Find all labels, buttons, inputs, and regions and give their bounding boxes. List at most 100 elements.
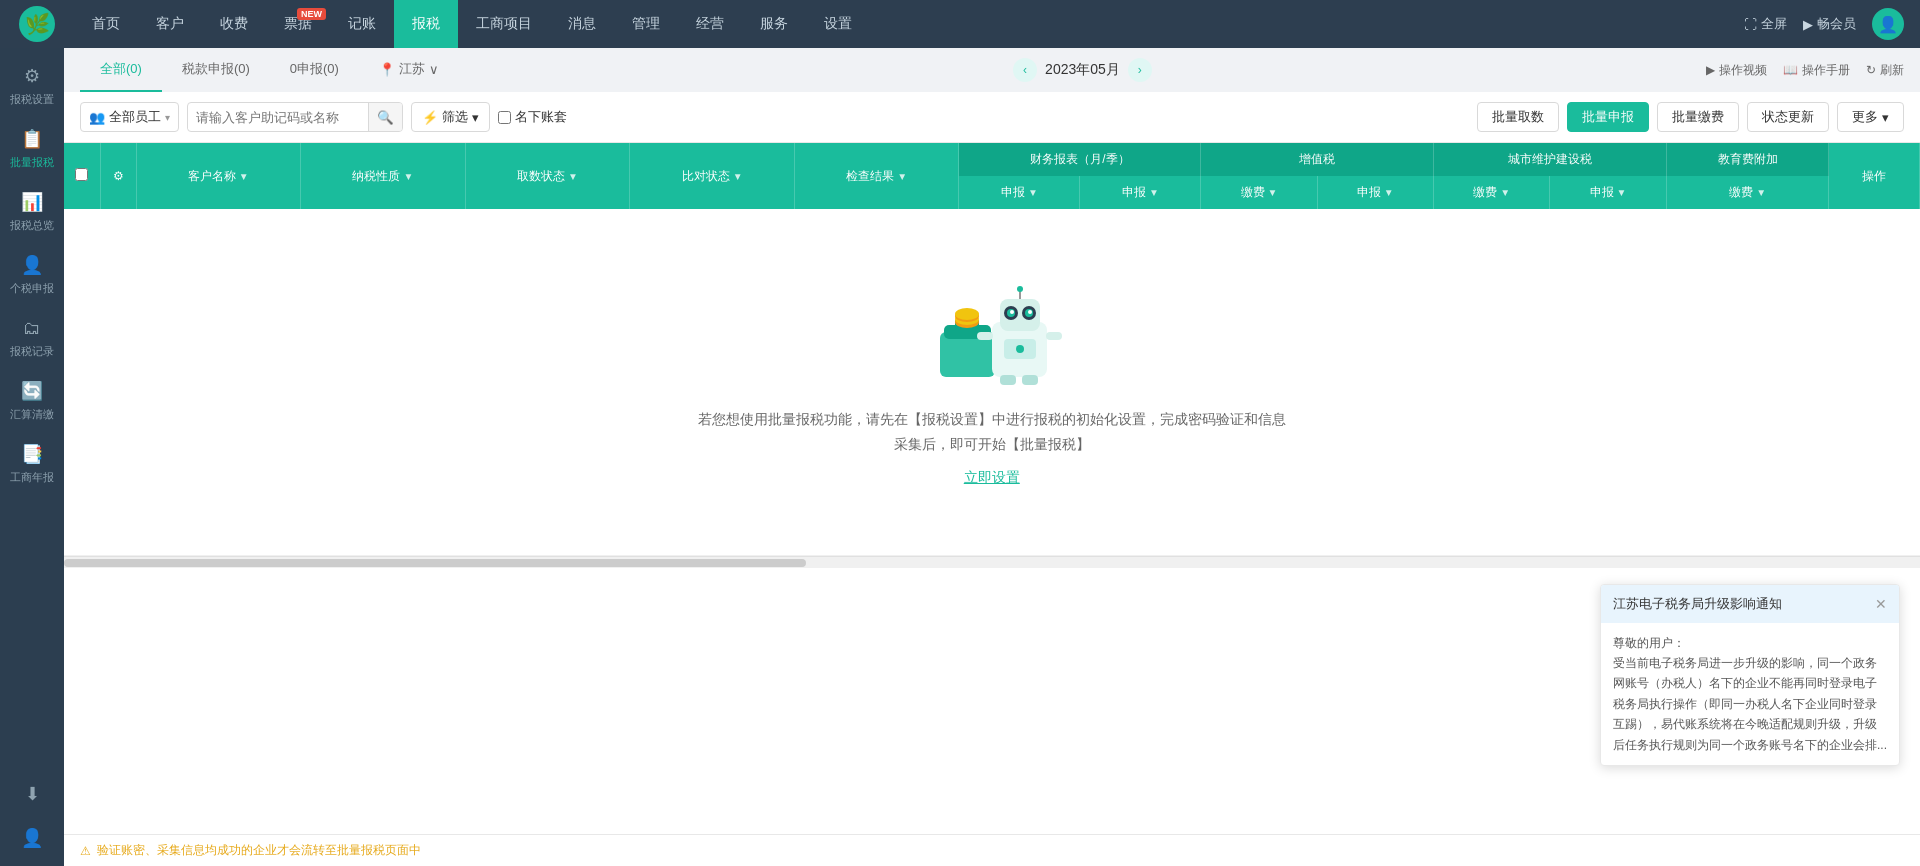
chevron-down-icon: ▾ [165,112,170,123]
tab-jiangsu[interactable]: 📍 江苏 ∨ [359,52,459,88]
nav-service[interactable]: 服务 [742,0,806,48]
user-icon: 👤 [20,826,44,850]
toolbar-right: 批量取数 批量申报 批量缴费 状态更新 更多 ▾ [1477,102,1904,132]
refresh-icon: ↻ [1866,63,1876,77]
filter-icon: ▼ [1268,187,1278,198]
nav-business[interactable]: 工商项目 [458,0,550,48]
horizontal-scrollbar[interactable] [64,556,1920,568]
video-icon: ▶ [1706,63,1715,77]
filter-icon: ▼ [1384,187,1394,198]
account-checkbox[interactable] [498,111,511,124]
new-badge: NEW [297,8,326,20]
sidebar-item-personal-tax[interactable]: 👤 个税申报 [2,245,62,304]
notification-close-btn[interactable]: ✕ [1875,596,1887,612]
th-education-fee: 教育费附加 [1666,143,1829,176]
empty-text: 若您想使用批量报税功能，请先在【报税设置】中进行报税的初始化设置，完成密码验证和… [692,407,1292,457]
svg-rect-20 [1000,375,1016,385]
logo[interactable]: 🌿 [16,3,58,45]
notification-header: 江苏电子税务局升级影响通知 ✕ [1601,585,1899,623]
th-tax-type[interactable]: 纳税性质 ▼ [301,143,466,209]
nav-message[interactable]: 消息 [550,0,614,48]
nav-menu: 首页 客户 收费 票据 NEW 记账 报税 工商项目 消息 管理 经营 服务 设… [74,0,1744,48]
th-city-pay[interactable]: 缴费 ▼ [1434,176,1550,209]
th-edu-declare[interactable]: 申报 ▼ [1550,176,1666,209]
employee-select[interactable]: 👥 全部员工 ▾ [80,102,179,132]
empty-state-row: 若您想使用批量报税功能，请先在【报税设置】中进行报税的初始化设置，完成密码验证和… [64,209,1920,556]
fullscreen-icon: ⛶ [1744,17,1757,32]
svg-point-7 [955,308,979,320]
filter-button[interactable]: ⚡ 筛选 ▾ [411,102,490,132]
sidebar-item-tax-settings[interactable]: ⚙ 报税设置 [2,56,62,115]
sidebar-item-tax-records[interactable]: 🗂 报税记录 [2,308,62,367]
filter-icon: ▼ [1756,187,1766,198]
status-update-btn[interactable]: 状态更新 [1747,102,1829,132]
search-input[interactable] [188,106,368,129]
tab-zero-declare[interactable]: 0申报(0) [270,52,359,88]
th-edu-pay[interactable]: 缴费 ▼ [1666,176,1829,209]
nav-fee[interactable]: 收费 [202,0,266,48]
more-btn[interactable]: 更多 ▾ [1837,102,1904,132]
nav-client[interactable]: 客户 [138,0,202,48]
nav-manage[interactable]: 管理 [614,0,678,48]
nav-invoice[interactable]: 票据 NEW [266,0,330,48]
checkbox-account-label[interactable]: 名下账套 [498,108,567,126]
search-icon: 🔍 [377,110,394,125]
refresh-btn[interactable]: ↻ 刷新 [1866,62,1904,79]
nav-settings[interactable]: 设置 [806,0,870,48]
sidebar-bottom: ⬇ 👤 [2,774,62,866]
setup-link[interactable]: 立即设置 [964,469,1020,487]
th-vat-declare[interactable]: 申报 ▼ [1080,176,1201,209]
nav-accounting[interactable]: 记账 [330,0,394,48]
th-finance-declare[interactable]: 申报 ▼ [959,176,1080,209]
batch-declare-btn[interactable]: 批量申报 [1567,102,1649,132]
tab-all[interactable]: 全部(0) [80,48,162,92]
sidebar-item-batch-tax[interactable]: 📋 批量报税 [2,119,62,178]
tax-records-icon: 🗂 [20,316,44,340]
filter-icon: ⚡ [422,110,438,125]
th-client-name[interactable]: 客户名称 ▼ [136,143,301,209]
th-compare-status[interactable]: 比对状态 ▼ [630,143,795,209]
th-city-construction-tax: 城市维护建设税 [1434,143,1667,176]
location-icon: 📍 [379,62,395,77]
nav-tax[interactable]: 报税 [394,0,458,48]
filter-icon: ▼ [733,171,743,182]
svg-point-15 [1028,310,1032,314]
sidebar-item-annual-report[interactable]: 📑 工商年报 [2,434,62,493]
fullscreen-btn[interactable]: ⛶ 全屏 [1744,15,1787,33]
svg-point-14 [1010,310,1014,314]
filter-icon: ▼ [239,171,249,182]
notification-body: 尊敬的用户： 受当前电子税务局进一步升级的影响，同一个政务网账号（办税人）名下的… [1601,623,1899,765]
th-vat-pay[interactable]: 缴费 ▼ [1201,176,1317,209]
bottom-bar: ⚠ 验证账密、采集信息均成功的企业才会流转至批量报税页面中 [64,834,1920,866]
sidebar-download[interactable]: ⬇ [2,774,62,814]
settings-icon: ⚙ [113,169,124,183]
next-month-btn[interactable]: › [1128,58,1152,82]
search-button[interactable]: 🔍 [368,102,402,132]
batch-pay-btn[interactable]: 批量缴费 [1657,102,1739,132]
nav-operation[interactable]: 经营 [678,0,742,48]
notification-popup: 江苏电子税务局升级影响通知 ✕ 尊敬的用户： 受当前电子税务局进一步升级的影响，… [1600,584,1900,766]
nav-home[interactable]: 首页 [74,0,138,48]
tab-tax-declare[interactable]: 税款申报(0) [162,52,270,88]
operation-manual-btn[interactable]: 📖 操作手册 [1783,62,1850,79]
user-avatar[interactable]: 👤 [1872,8,1904,40]
vip-icon: ▶ [1803,17,1813,32]
operation-video-btn[interactable]: ▶ 操作视频 [1706,62,1767,79]
svg-rect-18 [977,332,993,340]
sidebar: ⚙ 报税设置 📋 批量报税 📊 报税总览 👤 个税申报 🗂 报税记录 🔄 汇算清… [0,48,64,866]
logo-icon: 🌿 [25,12,50,36]
sidebar-user[interactable]: 👤 [2,818,62,858]
notification-title: 江苏电子税务局升级影响通知 [1613,595,1782,613]
select-all-checkbox[interactable] [75,168,88,181]
th-city-declare[interactable]: 申报 ▼ [1317,176,1433,209]
filter-icon: ▼ [403,171,413,182]
th-fetch-status[interactable]: 取数状态 ▼ [465,143,630,209]
vip-btn[interactable]: ▶ 畅会员 [1803,15,1856,33]
sidebar-item-settlement[interactable]: 🔄 汇算清缴 [2,371,62,430]
sidebar-item-tax-overview[interactable]: 📊 报税总览 [2,182,62,241]
batch-fetch-btn[interactable]: 批量取数 [1477,102,1559,132]
svg-point-23 [1016,345,1024,353]
batch-tax-icon: 📋 [20,127,44,151]
th-check-result[interactable]: 检查结果 ▼ [794,143,959,209]
prev-month-btn[interactable]: ‹ [1013,58,1037,82]
